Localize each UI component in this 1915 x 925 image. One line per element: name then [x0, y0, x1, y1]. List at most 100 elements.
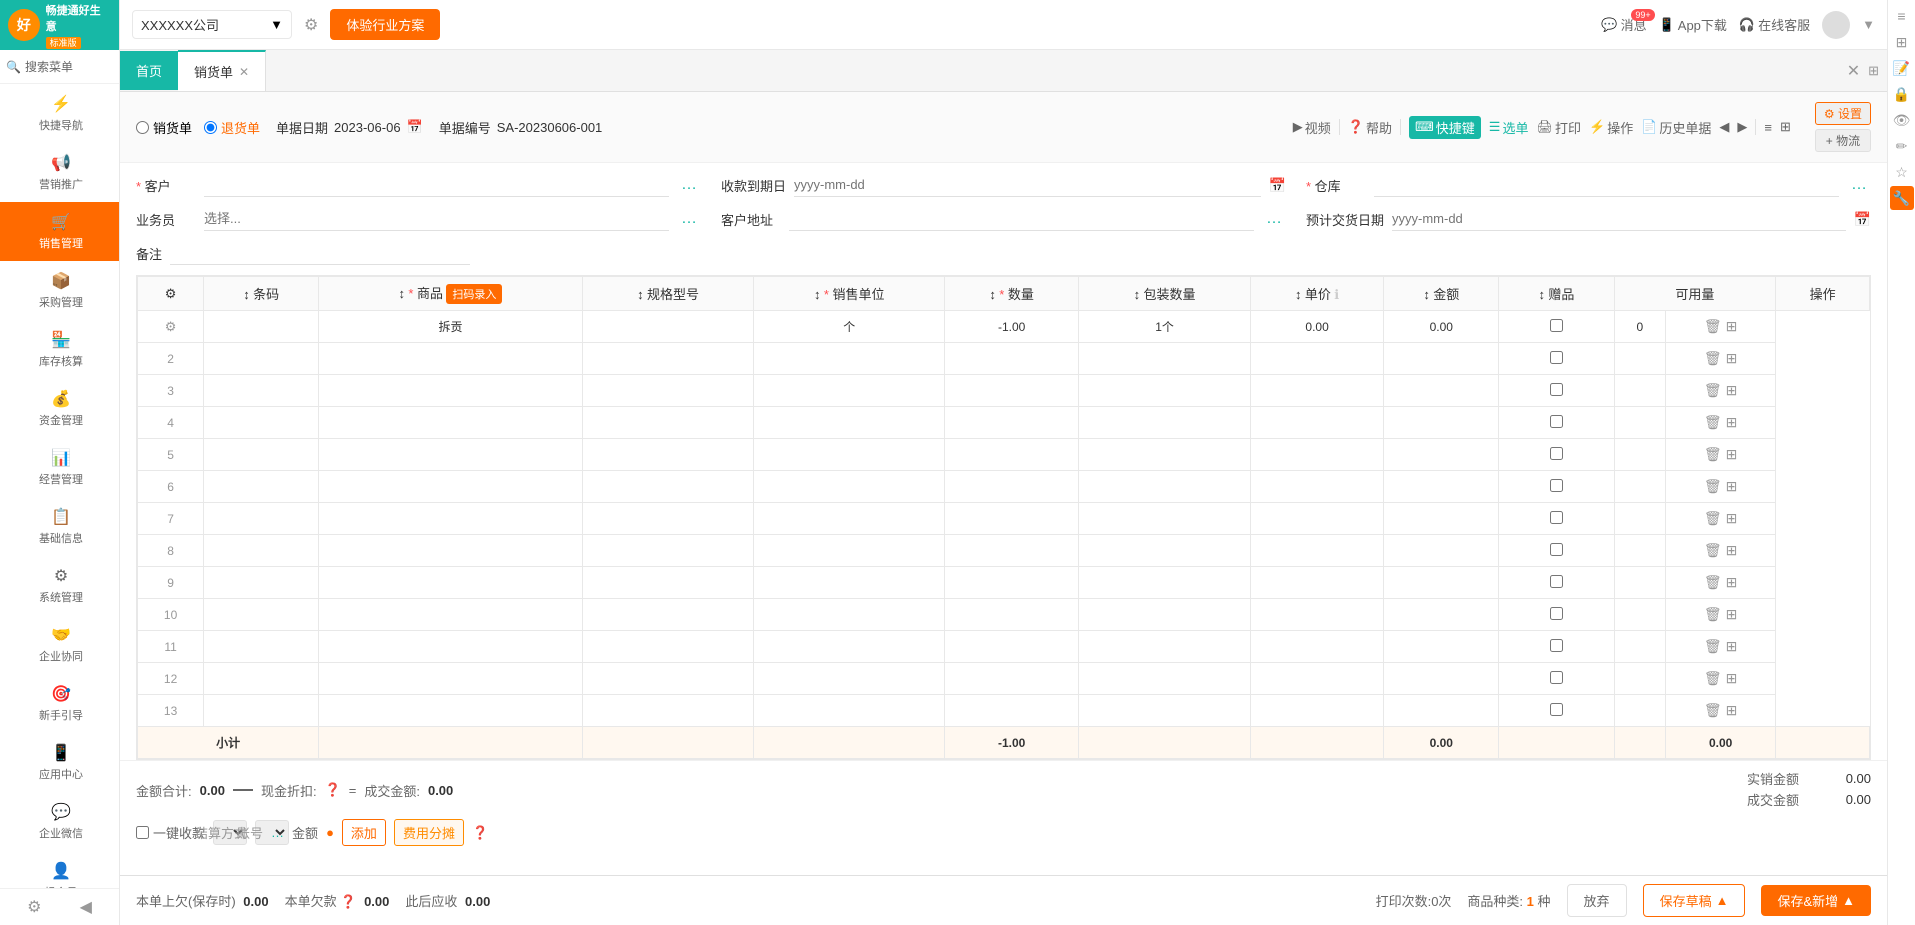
row-barcode-empty[interactable]: [204, 343, 319, 375]
one-click-pay-input[interactable]: [136, 826, 149, 839]
sidebar-item-wechat[interactable]: 💬 企业微信: [0, 792, 119, 851]
copy-icon[interactable]: ⊞: [1726, 382, 1738, 399]
row-product-empty[interactable]: [319, 535, 582, 567]
radio-return-order[interactable]: 退货单: [204, 118, 260, 137]
row-qty-empty[interactable]: [945, 439, 1079, 471]
gift-checkbox-empty[interactable]: [1550, 639, 1563, 652]
row-barcode-empty[interactable]: [204, 599, 319, 631]
row-gift-empty[interactable]: [1499, 631, 1614, 663]
payment-date-calendar-icon[interactable]: 📅: [1269, 177, 1286, 194]
row-gift-empty[interactable]: [1499, 375, 1614, 407]
right-tool-4[interactable]: 🔒: [1890, 82, 1914, 106]
radio-input-return[interactable]: [204, 121, 217, 134]
operate-action[interactable]: ⚡ 操作: [1589, 118, 1633, 137]
row-spec-empty[interactable]: [582, 375, 754, 407]
row-amount-empty[interactable]: [1384, 503, 1499, 535]
row-qty[interactable]: -1.00: [945, 311, 1079, 343]
row-amount-empty[interactable]: [1384, 695, 1499, 727]
gift-checkbox-empty[interactable]: [1550, 383, 1563, 396]
copy-icon[interactable]: ⊞: [1726, 478, 1738, 495]
row-spec-empty[interactable]: [582, 631, 754, 663]
row-pkg-empty[interactable]: [1079, 471, 1251, 503]
row-unit-empty[interactable]: [754, 439, 945, 471]
row-amount-empty[interactable]: [1384, 535, 1499, 567]
row-price-empty[interactable]: [1250, 695, 1383, 727]
gift-checkbox-empty[interactable]: [1550, 607, 1563, 620]
row-amount-empty[interactable]: [1384, 439, 1499, 471]
row-price-empty[interactable]: [1250, 407, 1383, 439]
salesperson-input[interactable]: [204, 207, 669, 231]
copy-icon[interactable]: ⊞: [1726, 638, 1738, 655]
right-tool-8[interactable]: 🔧: [1890, 186, 1914, 210]
delete-row-icon[interactable]: 🗑: [1704, 318, 1722, 335]
sidebar-item-system[interactable]: ⚙ 系统管理: [0, 556, 119, 615]
calendar-icon[interactable]: 📅: [407, 119, 423, 135]
gift-checkbox-empty[interactable]: [1550, 703, 1563, 716]
row-price[interactable]: 0.00: [1250, 311, 1383, 343]
prev-icon[interactable]: ◀: [1719, 119, 1729, 135]
row-gift-empty[interactable]: [1499, 503, 1614, 535]
row-barcode-empty[interactable]: [204, 471, 319, 503]
radio-input-sales[interactable]: [136, 121, 149, 134]
row-qty-empty[interactable]: [945, 471, 1079, 503]
sidebar-item-operations[interactable]: 📊 经营管理: [0, 438, 119, 497]
th-gear[interactable]: ⚙: [138, 277, 204, 311]
view-list-icon[interactable]: ≡: [1764, 120, 1772, 135]
delete-icon[interactable]: 🗑: [1704, 574, 1722, 591]
sidebar-item-apps[interactable]: 📱 应用中心: [0, 733, 119, 792]
gift-checkbox-empty[interactable]: [1550, 575, 1563, 588]
delete-icon[interactable]: 🗑: [1704, 382, 1722, 399]
row-barcode-empty[interactable]: [204, 663, 319, 695]
row-pkg-empty[interactable]: [1079, 599, 1251, 631]
row-gift-empty[interactable]: [1499, 343, 1614, 375]
addr-more-icon[interactable]: …: [1262, 210, 1286, 228]
row-product-empty[interactable]: [319, 343, 582, 375]
row-qty-empty[interactable]: [945, 631, 1079, 663]
copy-icon[interactable]: ⊞: [1726, 542, 1738, 559]
expand-icon[interactable]: ⊞: [1868, 63, 1879, 79]
row-unit-empty[interactable]: [754, 695, 945, 727]
collapse-icon[interactable]: ◀: [80, 897, 92, 917]
tab-sales-order[interactable]: 销货单 ✕: [178, 50, 266, 91]
one-click-pay-checkbox[interactable]: 一键收款: [136, 823, 205, 842]
row-gift[interactable]: [1499, 311, 1614, 343]
row-price-empty[interactable]: [1250, 535, 1383, 567]
close-all-icon[interactable]: ✕: [1847, 61, 1860, 81]
payment-date-input[interactable]: [794, 173, 1261, 197]
row-pkg-empty[interactable]: [1079, 695, 1251, 727]
row-gift-empty[interactable]: [1499, 471, 1614, 503]
row-barcode-empty[interactable]: [204, 439, 319, 471]
delete-icon[interactable]: 🗑: [1704, 606, 1722, 623]
add-payment-button[interactable]: 添加: [342, 819, 386, 846]
right-tool-6[interactable]: ✏: [1890, 134, 1914, 158]
right-tool-5[interactable]: 👁: [1890, 108, 1914, 132]
delete-icon[interactable]: 🗑: [1704, 350, 1722, 367]
delete-icon[interactable]: 🗑: [1704, 414, 1722, 431]
sort-amount-icon[interactable]: ↕: [1423, 287, 1430, 302]
customer-input[interactable]: [204, 173, 669, 197]
copy-icon[interactable]: ⊞: [1726, 670, 1738, 687]
online-service-button[interactable]: 🎧 在线客服: [1739, 15, 1810, 34]
user-avatar[interactable]: [1822, 11, 1850, 39]
row-pkg-empty[interactable]: [1079, 663, 1251, 695]
row-qty-empty[interactable]: [945, 503, 1079, 535]
row-price-empty[interactable]: [1250, 503, 1383, 535]
row-spec[interactable]: [582, 311, 754, 343]
row-spec-empty[interactable]: [582, 343, 754, 375]
copy-icon[interactable]: ⊞: [1726, 414, 1738, 431]
row-price-empty[interactable]: [1250, 471, 1383, 503]
row-spec-empty[interactable]: [582, 503, 754, 535]
row-spec-empty[interactable]: [582, 407, 754, 439]
delete-icon[interactable]: 🗑: [1704, 670, 1722, 687]
right-tool-1[interactable]: ≡: [1890, 4, 1914, 28]
row-pkg-empty[interactable]: [1079, 407, 1251, 439]
note-input[interactable]: [170, 241, 470, 265]
next-icon[interactable]: ▶: [1737, 119, 1747, 135]
delivery-date-calendar-icon[interactable]: 📅: [1854, 211, 1871, 228]
row-unit-empty[interactable]: [754, 471, 945, 503]
shortcut-action[interactable]: ⌨ 快捷键: [1409, 116, 1481, 139]
row-unit[interactable]: 个: [754, 311, 945, 343]
row-spec-empty[interactable]: [582, 471, 754, 503]
row-product-empty[interactable]: [319, 631, 582, 663]
row-amount-empty[interactable]: [1384, 567, 1499, 599]
